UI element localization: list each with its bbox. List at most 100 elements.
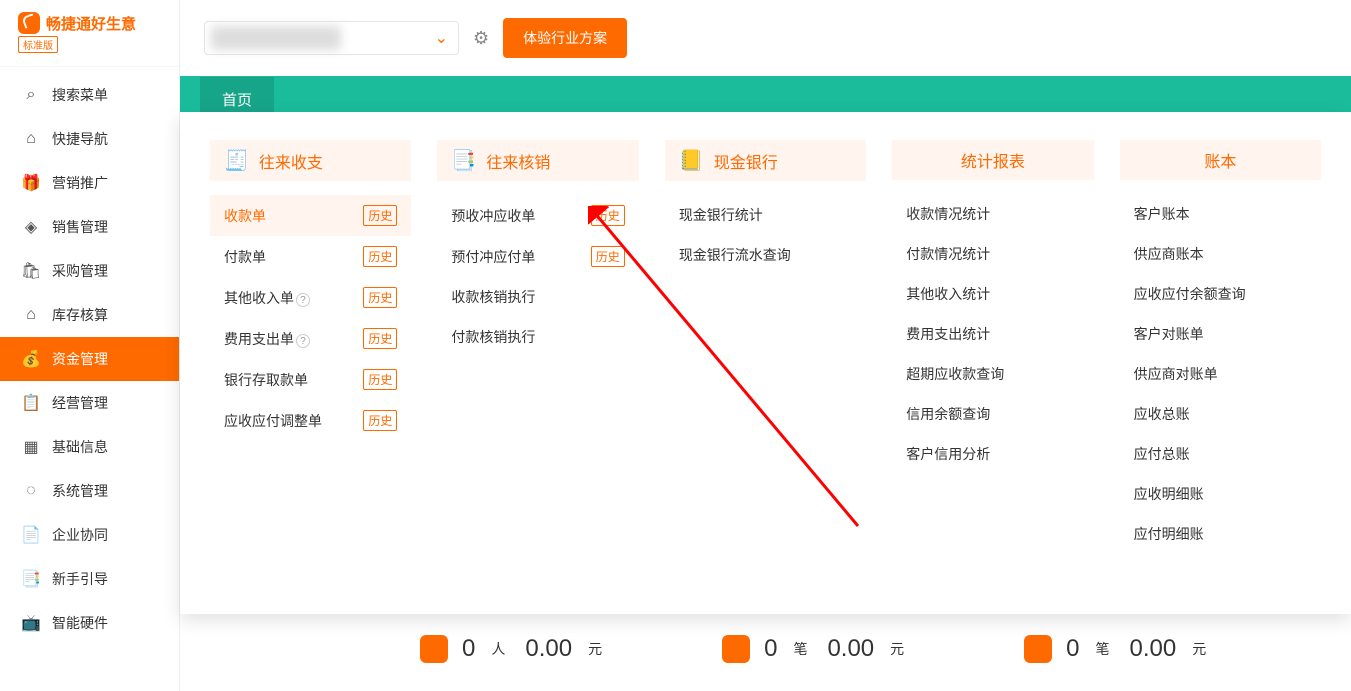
history-tag[interactable]: 历史 [591, 246, 625, 267]
sidebar-item-label: 快捷导航 [52, 129, 108, 149]
metric-icon [722, 635, 750, 663]
menu-label: 应付明细账 [1134, 524, 1204, 544]
menu-item-ap-detail[interactable]: 应付明细账 [1120, 514, 1321, 554]
menu-item-pay-stats[interactable]: 付款情况统计 [892, 234, 1093, 274]
menu-item-otherincome-stats[interactable]: 其他收入统计 [892, 274, 1093, 314]
menu-item-supplier-statement[interactable]: 供应商对账单 [1120, 354, 1321, 394]
menu-item-overdue-recv[interactable]: 超期应收款查询 [892, 354, 1093, 394]
history-tag[interactable]: 历史 [363, 410, 397, 431]
sidebar-item-system[interactable]: ◌系统管理 [0, 469, 179, 513]
main-area: ⌄ ⚙ 体验行业方案 首页 完善期初 统计表 务员) 报 > ▤ 🧾 往来收支 … [180, 0, 1351, 691]
menu-item-ar-detail[interactable]: 应收明细账 [1120, 474, 1321, 514]
sidebar-item-finance[interactable]: 💰资金管理 [0, 337, 179, 381]
sidebar-item-hardware[interactable]: 📺智能硬件 [0, 601, 179, 645]
menu-label: 收款单 [224, 206, 266, 226]
menu-item-recv-writeoff-exec[interactable]: 收款核销执行 [437, 277, 638, 317]
history-tag[interactable]: 历史 [591, 205, 625, 226]
metric-count: 0 [462, 635, 475, 663]
menu-item-receipt[interactable]: 收款单 历史 [210, 195, 411, 236]
menu-item-credit-balance[interactable]: 信用余额查询 [892, 394, 1093, 434]
guide-icon: 📑 [22, 570, 40, 588]
metric-count-unit: 笔 [1096, 639, 1110, 659]
grid-icon: ▦ [22, 438, 40, 456]
menu-item-other-income[interactable]: 其他收入单?历史 [210, 277, 411, 318]
sidebar-item-cooperation[interactable]: 📄企业协同 [0, 513, 179, 557]
sidebar-item-label: 销售管理 [52, 217, 108, 237]
menu-item-supplier-ledger[interactable]: 供应商账本 [1120, 234, 1321, 274]
menu-item-recv-stats[interactable]: 收款情况统计 [892, 194, 1093, 234]
menu-label: 供应商账本 [1134, 244, 1204, 264]
metric-amount-unit: 元 [890, 639, 904, 659]
menu-item-adjust[interactable]: 应收应付调整单历史 [210, 400, 411, 441]
metric-icon [420, 635, 448, 663]
history-tag[interactable]: 历史 [363, 287, 397, 308]
sidebar-item-sales[interactable]: ◈销售管理 [0, 205, 179, 249]
megamenu-col-writeoff: 📑 往来核销 预收冲应收单历史 预付冲应付单历史 收款核销执行 付款核销执行 [437, 140, 638, 554]
sidebar-item-search-menu[interactable]: ⌕搜索菜单 [0, 73, 179, 117]
sidebar-item-guide[interactable]: 📑 新手引导 [0, 557, 179, 601]
metric-amount: 0.00 [827, 635, 874, 663]
menu-label: 其他收入统计 [906, 284, 990, 304]
menu-item-pay-writeoff-exec[interactable]: 付款核销执行 [437, 317, 638, 357]
edition-badge: 标准版 [18, 36, 58, 53]
menu-label: 费用支出统计 [906, 324, 990, 344]
metric-count-unit: 人 [491, 639, 505, 659]
sidebar-item-quicknav[interactable]: ⌂快捷导航 [0, 117, 179, 161]
menu-item-customer-statement[interactable]: 客户对账单 [1120, 314, 1321, 354]
menu-item-ar-general[interactable]: 应收总账 [1120, 394, 1321, 434]
menu-item-ar-ap-balance[interactable]: 应收应付余额查询 [1120, 274, 1321, 314]
sidebar-item-label: 库存核算 [52, 305, 108, 325]
logo-area: 畅捷通好生意 标准版 [0, 0, 179, 67]
sidebar-item-label: 企业协同 [52, 525, 108, 545]
sidebar-item-label: 经营管理 [52, 393, 108, 413]
menu-item-expense-stats[interactable]: 费用支出统计 [892, 314, 1093, 354]
megamenu-col-receipts: 🧾 往来收支 收款单历史 付款单历史 其他收入单?历史 费用支出单?历史 银行存… [210, 140, 411, 554]
menu-item-customer-ledger[interactable]: 客户账本 [1120, 194, 1321, 234]
cart-icon: 🛍 [22, 262, 40, 280]
menu-label: 客户对账单 [1134, 324, 1204, 344]
history-tag[interactable]: 历史 [363, 205, 397, 226]
menu-item-prepay-offset[interactable]: 预付冲应付单历史 [437, 236, 638, 277]
menu-label: 现金银行流水查询 [679, 245, 791, 265]
sidebar-item-purchase[interactable]: 🛍采购管理 [0, 249, 179, 293]
help-icon[interactable]: ? [296, 293, 310, 307]
menu-item-cashbank-flow[interactable]: 现金银行流水查询 [665, 235, 866, 275]
sidebar-item-inventory[interactable]: ⌂库存核算 [0, 293, 179, 337]
sidebar-item-marketing[interactable]: 🎁营销推广 [0, 161, 179, 205]
menu-item-expense[interactable]: 费用支出单? 历史 [210, 318, 411, 359]
gear-icon[interactable]: ⚙ [473, 28, 489, 49]
metric-amount: 0.00 [525, 635, 572, 663]
menu-item-payment[interactable]: 付款单 历史 [210, 236, 411, 277]
history-tag[interactable]: 历史 [363, 328, 397, 349]
col-title: 往来收支 [259, 149, 323, 173]
menu-label: 信用余额查询 [906, 404, 990, 424]
menu-label: 应收总账 [1134, 404, 1190, 424]
sidebar-item-label: 新手引导 [52, 569, 108, 589]
menu-item-prerecv-offset[interactable]: 预收冲应收单历史 [437, 195, 638, 236]
menu-item-credit-analysis[interactable]: 客户信用分析 [892, 434, 1093, 474]
menu-label: 客户信用分析 [906, 444, 990, 464]
sidebar-item-business[interactable]: 📋经营管理 [0, 381, 179, 425]
menu-label: 费用支出单? [224, 329, 310, 349]
company-selector[interactable]: ⌄ [204, 21, 459, 55]
megamenu-col-reports: 统计报表 收款情况统计 付款情况统计 其他收入统计 费用支出统计 超期应收款查询… [892, 140, 1093, 554]
try-industry-button[interactable]: 体验行业方案 [503, 18, 627, 58]
metric-amount-unit: 元 [588, 639, 602, 659]
sidebar-item-label: 营销推广 [52, 173, 108, 193]
history-tag[interactable]: 历史 [363, 246, 397, 267]
sidebar: 畅捷通好生意 标准版 ⌕搜索菜单 ⌂快捷导航 🎁营销推广 ◈销售管理 🛍采购管理… [0, 0, 180, 691]
menu-label: 客户账本 [1134, 204, 1190, 224]
history-tag[interactable]: 历史 [363, 369, 397, 390]
writeoff-icon: 📑 [451, 148, 476, 173]
menu-item-ap-general[interactable]: 应付总账 [1120, 434, 1321, 474]
menu-item-cashbank-stats[interactable]: 现金银行统计 [665, 195, 866, 235]
menu-label: 供应商对账单 [1134, 364, 1218, 384]
col-header: 统计报表 [892, 140, 1093, 180]
menu-label: 收款情况统计 [906, 204, 990, 224]
menu-label: 应付总账 [1134, 444, 1190, 464]
menu-item-bank-transfer[interactable]: 银行存取款单历史 [210, 359, 411, 400]
col-header: 📒 现金银行 [665, 140, 866, 181]
help-icon[interactable]: ? [296, 334, 310, 348]
sidebar-item-basics[interactable]: ▦基础信息 [0, 425, 179, 469]
menu-label: 付款单 [224, 247, 266, 267]
